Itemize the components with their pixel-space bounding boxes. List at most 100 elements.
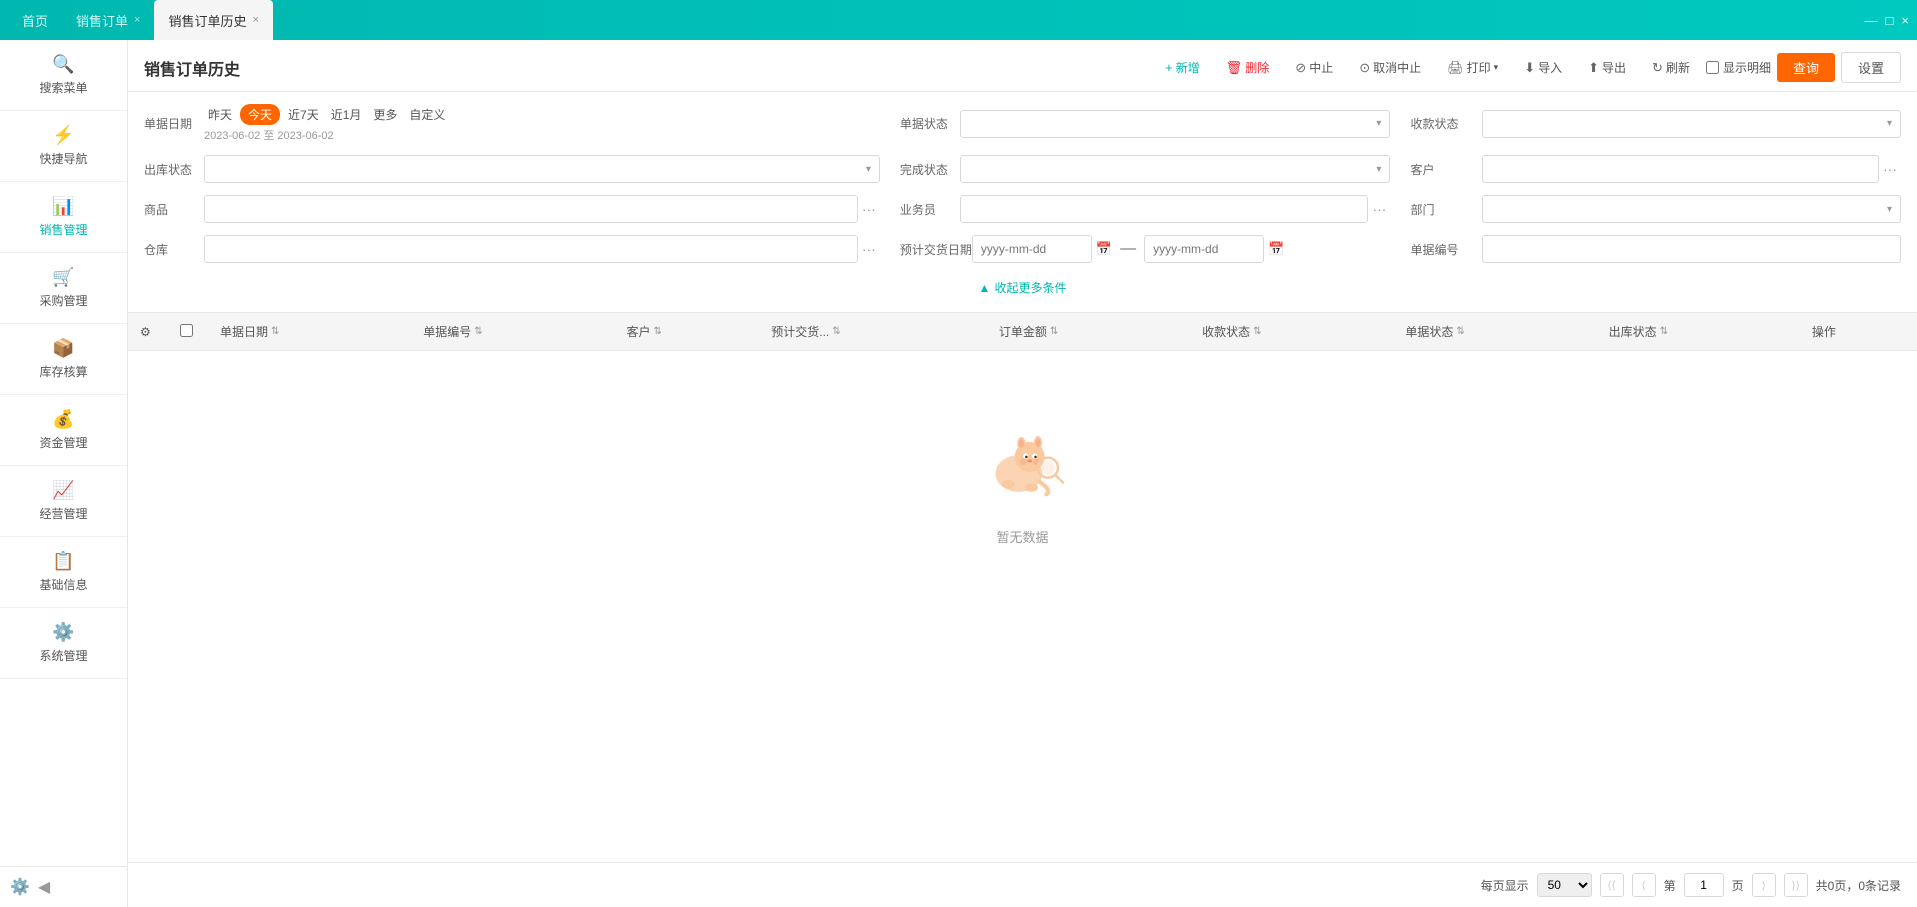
warehouse-input[interactable] [204,235,858,263]
tab-sales-order-history[interactable]: 销售订单历史 × [154,0,272,40]
pagination: 每页显示 10 20 50 100 ⟨⟨ ⟨ 第 页 ⟩ ⟩⟩ 共0页，0条记录 [128,862,1917,907]
th-doc-status[interactable]: 单据状态 ⇅ [1393,313,1596,351]
sidebar-item-ops-mgmt[interactable]: 📈 经营管理 [0,466,127,537]
product-input[interactable] [204,195,858,223]
stock-calc-icon: 📦 [52,338,74,359]
product-dots-icon[interactable]: ··· [858,201,880,217]
sidebar-item-basic-info-label: 基础信息 [39,576,87,593]
sidebar-item-search-menu[interactable]: 🔍 搜索菜单 [0,40,127,111]
th-doc-number-label: 单据编号 [423,323,471,340]
complete-status-select[interactable]: ▾ [960,155,1391,183]
print-label: 打印 [1467,59,1491,76]
doc-number-input[interactable] [1482,235,1901,263]
salesperson-dots-icon[interactable]: ··· [1368,201,1390,217]
th-doc-number[interactable]: 单据编号 ⇅ [411,313,614,351]
stop-button[interactable]: ⊘ 中止 [1285,54,1343,81]
sort-order-amount-icon: ⇅ [1050,326,1058,337]
th-customer[interactable]: 客户 ⇅ [615,313,760,351]
date-shortcut-today[interactable]: 今天 [240,104,280,125]
refresh-button[interactable]: ↻ 刷新 [1642,54,1700,81]
sidebar-item-quick-nav[interactable]: ⚡ 快捷导航 [0,111,127,182]
filter-complete-status: 完成状态 ▾ [900,155,1391,183]
query-button[interactable]: 查询 [1777,53,1835,82]
page-number-input[interactable] [1684,873,1724,897]
sidebar-item-stock-calc-label: 库存核算 [39,363,87,380]
collapse-label: 收起更多条件 [994,279,1066,296]
sidebar-collapse-icon[interactable]: ◀ [38,877,50,897]
select-all-checkbox[interactable] [180,324,193,337]
empty-state: 暂无数据 [128,351,1917,606]
cancel-stop-label: 取消中止 [1373,59,1421,76]
sidebar-item-quick-nav-label: 快捷导航 [39,150,87,167]
department-select[interactable]: ▾ [1482,195,1901,223]
filter-date: 单据日期 昨天 今天 近7天 近1月 更多 自定义 2023-06-02 至 2… [144,104,880,143]
tab-sales-order[interactable]: 销售订单 × [62,0,154,40]
th-gear[interactable]: ⚙ [128,313,168,351]
tab-bar: 首页 销售订单 × 销售订单历史 × [8,0,1865,40]
expected-delivery-end[interactable] [1144,235,1264,263]
th-order-amount[interactable]: 订单金额 ⇅ [987,313,1190,351]
window-maximize[interactable]: □ [1886,13,1894,28]
th-doc-date[interactable]: 单据日期 ⇅ [208,313,411,351]
th-payment-status[interactable]: 收款状态 ⇅ [1190,313,1393,351]
sidebar-item-basic-info[interactable]: 📋 基础信息 [0,537,127,608]
empty-text: 暂无数据 [996,527,1048,546]
window-close[interactable]: × [1901,13,1909,28]
customer-dots-icon[interactable]: ··· [1879,161,1901,177]
sidebar-settings-icon[interactable]: ⚙️ [10,877,30,897]
new-button[interactable]: + 新增 [1155,54,1210,81]
tab-sales-order-close[interactable]: × [134,14,140,26]
page-first-button[interactable]: ⟨⟨ [1600,873,1624,897]
sidebar-item-sys-mgmt[interactable]: ⚙️ 系统管理 [0,608,127,679]
th-expected-delivery[interactable]: 预计交货... ⇅ [759,313,987,351]
cancel-stop-button[interactable]: ⊙ 取消中止 [1349,54,1431,81]
customer-input[interactable] [1482,155,1879,183]
filter-salesperson: 业务员 ··· [900,195,1391,223]
filter-doc-number: 单据编号 [1410,235,1901,263]
page-prev-button[interactable]: ⟨ [1632,873,1656,897]
window-minimize[interactable]: — [1865,13,1878,28]
sidebar-item-purchase-mgmt[interactable]: 🛒 采购管理 [0,253,127,324]
per-page-select[interactable]: 10 20 50 100 [1537,873,1592,897]
filter-doc-status: 单据状态 ▾ [900,110,1391,138]
doc-status-select[interactable]: ▾ [960,110,1391,138]
tab-home[interactable]: 首页 [8,0,62,40]
collapse-button[interactable]: ▲ 收起更多条件 [144,275,1901,300]
payment-status-arrow-icon: ▾ [1887,118,1892,129]
setting-button[interactable]: 设置 [1841,52,1901,83]
filter-product: 商品 ··· [144,195,880,223]
sidebar-item-sales-mgmt[interactable]: 📊 销售管理 [0,182,127,253]
page-next-button[interactable]: ⟩ [1752,873,1776,897]
th-out-stock-status[interactable]: 出库状态 ⇅ [1597,313,1800,351]
export-icon: ⬆ [1588,60,1599,76]
show-detail-checkbox[interactable] [1706,61,1719,74]
filter-row-4: 仓库 ··· 预计交货日期 📅 — 📅 单据编号 [144,235,1901,263]
date-shortcut-custom[interactable]: 自定义 [405,104,449,125]
sidebar-item-fund-mgmt[interactable]: 💰 资金管理 [0,395,127,466]
warehouse-dots-icon[interactable]: ··· [858,241,880,257]
sidebar-item-stock-calc[interactable]: 📦 库存核算 [0,324,127,395]
cancel-stop-icon: ⊙ [1359,60,1370,76]
tab-sales-order-history-close[interactable]: × [252,14,258,26]
filter-row-3: 商品 ··· 业务员 ··· 部门 ▾ [144,195,1901,223]
th-order-amount-label: 订单金额 [999,323,1047,340]
table-container: ⚙ 单据日期 ⇅ 单据编号 [128,313,1917,862]
filter-customer: 客户 ··· [1410,155,1901,183]
total-label: 共0页，0条记录 [1816,877,1901,894]
calendar-start-icon[interactable]: 📅 [1096,241,1112,257]
delete-button[interactable]: 🗑 删除 [1216,54,1280,81]
date-shortcut-yesterday[interactable]: 昨天 [204,104,236,125]
date-shortcut-last7[interactable]: 近7天 [284,104,323,125]
print-button[interactable]: 🖨 打印 ▾ [1437,54,1508,81]
import-button[interactable]: ⬇ 导入 [1514,54,1572,81]
expected-delivery-start[interactable] [972,235,1092,263]
calendar-end-icon[interactable]: 📅 [1268,241,1284,257]
payment-status-select[interactable]: ▾ [1482,110,1901,138]
salesperson-input[interactable] [960,195,1369,223]
page-last-button[interactable]: ⟩⟩ [1784,873,1808,897]
out-stock-status-select[interactable]: ▾ [204,155,880,183]
date-shortcut-more[interactable]: 更多 [369,104,401,125]
date-shortcut-last1m[interactable]: 近1月 [327,104,366,125]
export-button[interactable]: ⬆ 导出 [1578,54,1636,81]
show-detail-checkbox-label[interactable]: 显示明细 [1706,59,1771,76]
